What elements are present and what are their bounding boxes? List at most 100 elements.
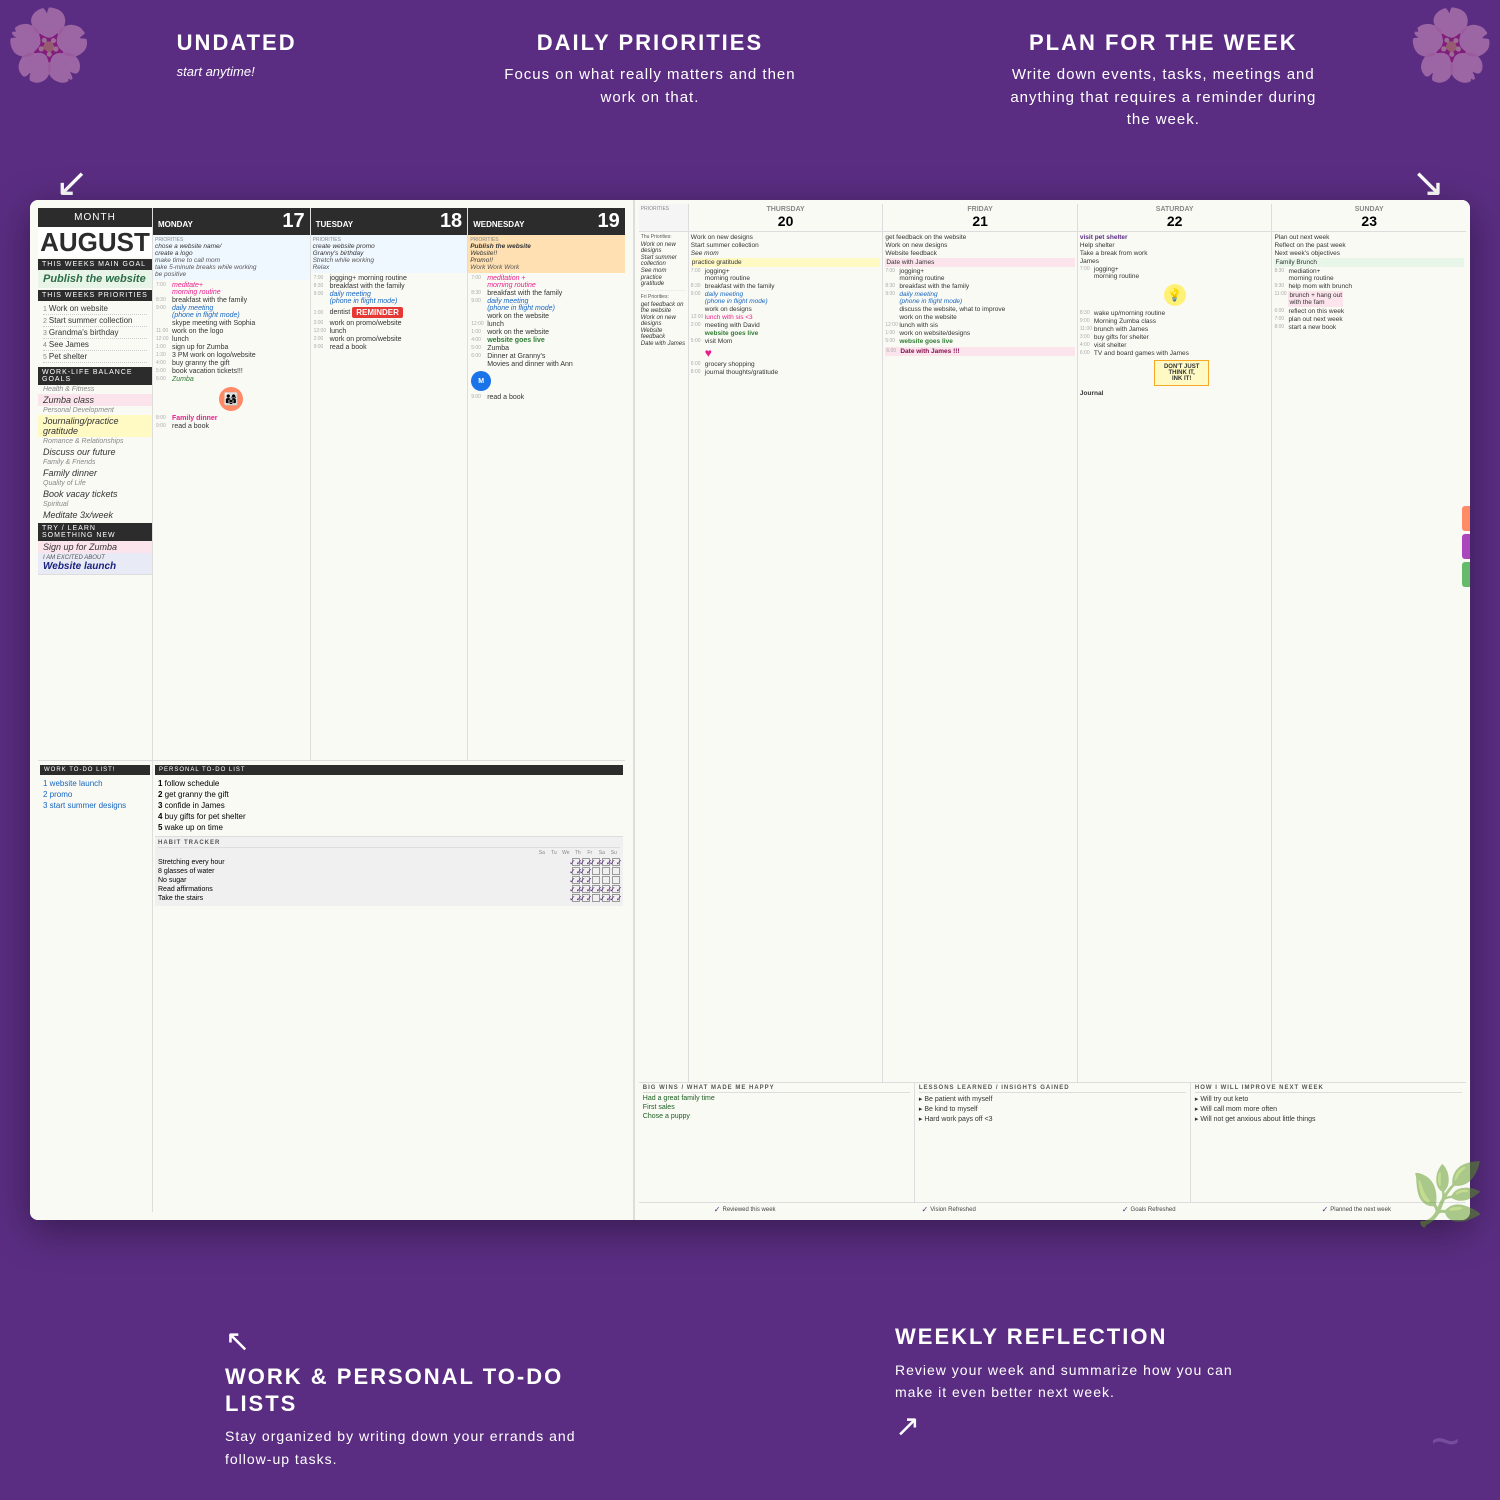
personal-goal-1: Journaling/practice gratitude xyxy=(38,415,152,437)
wednesday-column: WEDNESDAY 19 PRIORITIES Publish the webs… xyxy=(468,208,625,760)
saturday-header: SATURDAY 22 xyxy=(1078,204,1273,231)
improve-next-section: HOW I WILL IMPROVE NEXT WEEK ▸ Will try … xyxy=(1191,1083,1466,1202)
spiritual-goal-1: Meditate 3x/week xyxy=(38,509,152,521)
monday-column: MONDAY 17 PRIORITIES chose a website nam… xyxy=(153,208,311,760)
week-priorities-sidebar: Thu Priorities: Work on new designs Star… xyxy=(639,232,689,1082)
undated-block: UNDATED start anytime! xyxy=(177,30,297,79)
sunday-header: SUNDAY 23 xyxy=(1272,204,1466,231)
family-goal-1: Family dinner xyxy=(38,467,152,479)
daily-priorities-subtitle: Focus on what really matters and then wo… xyxy=(490,64,810,109)
work-todo-list: 1 website launch 2 promo 3 start summer … xyxy=(40,775,150,814)
habit-2: 8 glasses of water ✓ ✓ xyxy=(158,867,620,875)
lesson-3: ▸ Hard work pays off <3 xyxy=(919,1115,1186,1123)
work-personal-subtitle: Stay organized by writing down your erra… xyxy=(225,1425,605,1470)
tab-green xyxy=(1462,562,1470,587)
try-learn-label: TRY / LEARN SOMETHING NEW xyxy=(38,523,152,541)
right-side-tabs xyxy=(1462,506,1470,587)
romance-label: Romance & Relationships xyxy=(38,437,152,446)
habit-tracker: HABIT TRACKER Sa Tu We Th Fr Sa Su xyxy=(155,836,623,906)
reviewed-check: ✓ Reviewed this week xyxy=(714,1205,776,1214)
undated-title: UNDATED xyxy=(177,30,297,56)
tuesday-entries: 7:00jogging+ morning routine 8:30breakfa… xyxy=(311,273,468,760)
big-wins-section: BIG WINS / WHAT MADE ME HAPPY Had a grea… xyxy=(639,1083,915,1202)
priority-1: 1Work on website xyxy=(43,303,147,315)
tab-orange xyxy=(1462,506,1470,531)
tab-purple xyxy=(1462,534,1470,559)
left-page: MONTH AUGUST THIS WEEKS MAIN GOAL Publis… xyxy=(30,200,635,1220)
wednesday-num: 19 xyxy=(598,210,620,233)
excited-about-value: I AM EXCITED ABOUT Website launch xyxy=(38,553,152,575)
thursday-header: THURSDAY 20 xyxy=(689,204,884,231)
lesson-2: ▸ Be kind to myself xyxy=(919,1105,1186,1113)
work-personal-title: WORK & PERSONAL TO-DO LISTS xyxy=(225,1364,605,1417)
right-day-headers: THURSDAY 20 FRIDAY 21 SATURDAY 22 SUNDAY… xyxy=(689,204,1466,231)
improve-2: ▸ Will call mom more often xyxy=(1195,1105,1462,1113)
lessons-gained-section: LESSONS LEARNED / INSIGHTS GAINED ▸ Be p… xyxy=(915,1083,1191,1202)
left-bottom-section: WORK TO-DO LIST! 1 website launch 2 prom… xyxy=(38,760,625,1212)
personal-todo-list: 1 follow schedule 2 get granny the gift … xyxy=(155,775,623,836)
personal-todo-section: PERSONAL TO-DO LIST 1 follow schedule 2 … xyxy=(153,761,625,1212)
habit-4: Read affirmations ✓ ✓ ✓ ✓ ✓ xyxy=(158,885,620,893)
improve-1: ▸ Will try out keto xyxy=(1195,1095,1462,1103)
tuesday-priorities: PRIORITIES create website promo Granny's… xyxy=(311,235,468,273)
daily-priorities-title: DAILY PRIORITIES xyxy=(490,30,810,56)
right-page: PRIORITIES THURSDAY 20 FRIDAY 21 SATURDA… xyxy=(635,200,1470,1220)
goals-refreshed-check: ✓ Goals Refreshed xyxy=(1122,1205,1176,1214)
left-top-section: MONTH AUGUST THIS WEEKS MAIN GOAL Publis… xyxy=(38,208,625,760)
left-content: MONTH AUGUST THIS WEEKS MAIN GOAL Publis… xyxy=(38,208,625,1212)
try-goal-1: Sign up for Zumba xyxy=(38,541,152,553)
health-label: Health & Fitness xyxy=(38,385,152,394)
habit-3: No sugar ✓ ✓ xyxy=(158,876,620,884)
main-goal-value: Publish the website xyxy=(38,270,152,288)
weekly-reflection-subtitle: Review your week and summarize how you c… xyxy=(895,1359,1275,1404)
monday-num: 17 xyxy=(282,210,304,233)
dont-think-sticker: DON'T JUSTTHINK IT,INK IT! xyxy=(1154,360,1209,386)
spiritual-label: Spiritual xyxy=(38,500,152,509)
top-header: UNDATED start anytime! DAILY PRIORITIES … xyxy=(0,0,1500,142)
monday-entries: 7:00meditate+morning routine 8:30breakfa… xyxy=(153,280,310,760)
friday-column: get feedback on the website Work on new … xyxy=(883,232,1078,1082)
plan-week-block: PLAN FOR THE WEEK Write down events, tas… xyxy=(1003,30,1323,132)
priority-5: 5Pet shelter xyxy=(43,351,147,363)
wednesday-name: WEDNESDAY xyxy=(473,220,524,229)
priorities-label: THIS WEEKS PRIORITIES xyxy=(38,290,152,301)
left-sidebar: MONTH AUGUST THIS WEEKS MAIN GOAL Publis… xyxy=(38,208,153,760)
habit-5: Take the stairs ✓ ✓ ✓ ✓ xyxy=(158,894,620,902)
weekly-reflection-title: WEEKLY REFLECTION xyxy=(895,1324,1275,1350)
work-todo-section: WORK TO-DO LIST! 1 website launch 2 prom… xyxy=(38,761,153,1212)
lesson-1: ▸ Be patient with myself xyxy=(919,1095,1186,1103)
priority-3: 3Grandma's birthday xyxy=(43,327,147,339)
day-headers: PRIORITIES THURSDAY 20 FRIDAY 21 SATURDA… xyxy=(639,204,1466,232)
personal-dev-label: Personal Development xyxy=(38,406,152,415)
thursday-column: Work on new designs Start summer collect… xyxy=(689,232,884,1082)
review-row: ✓ Reviewed this week ✓ Vision Refreshed … xyxy=(639,1202,1466,1216)
priorities-list: 1Work on website 2Start summer collectio… xyxy=(38,301,152,365)
saturday-column: visit pet shelter Help shelter Take a br… xyxy=(1078,232,1273,1082)
tuesday-num: 18 xyxy=(440,210,462,233)
quality-label: Quality of Life xyxy=(38,479,152,488)
main-goal-label: THIS WEEKS MAIN GOAL xyxy=(38,259,152,270)
planned-check: ✓ Planned the next week xyxy=(1322,1205,1391,1214)
wednesday-priorities: PRIORITIES Publish the website Website!!… xyxy=(468,235,625,273)
vision-refreshed-check: ✓ Vision Refreshed xyxy=(922,1205,976,1214)
friday-header: FRIDAY 21 xyxy=(883,204,1078,231)
sunday-column: Plan out next week Reflect on the past w… xyxy=(1272,232,1466,1082)
improve-3: ▸ Will not get anxious about little thin… xyxy=(1195,1115,1462,1123)
undated-subtitle: start anytime! xyxy=(177,64,297,79)
tuesday-name: TUESDAY xyxy=(316,220,354,229)
family-label: Family & Friends xyxy=(38,458,152,467)
priorities-header-label: PRIORITIES xyxy=(639,204,689,231)
planner: MONTH AUGUST THIS WEEKS MAIN GOAL Publis… xyxy=(30,200,1470,1220)
health-goal-1: Zumba class xyxy=(38,394,152,406)
monday-priorities: PRIORITIES chose a website name/ create … xyxy=(153,235,310,280)
priority-4: 4See James xyxy=(43,339,147,351)
plan-week-subtitle: Write down events, tasks, meetings and a… xyxy=(1003,64,1323,132)
month-label: MONTH xyxy=(38,208,152,227)
romance-goal-1: Discuss our future xyxy=(38,446,152,458)
weekly-reflection-block: WEEKLY REFLECTION Review your week and s… xyxy=(895,1324,1275,1443)
tuesday-column: TUESDAY 18 PRIORITIES create website pro… xyxy=(311,208,469,760)
right-bottom-section: BIG WINS / WHAT MADE ME HAPPY Had a grea… xyxy=(639,1082,1466,1202)
habit-1: Stretching every hour ✓ ✓ ✓ ✓ ✓ xyxy=(158,858,620,866)
plan-week-title: PLAN FOR THE WEEK xyxy=(1003,30,1323,56)
wednesday-entries: 7:00meditation +morning routine 8:30brea… xyxy=(468,273,625,760)
